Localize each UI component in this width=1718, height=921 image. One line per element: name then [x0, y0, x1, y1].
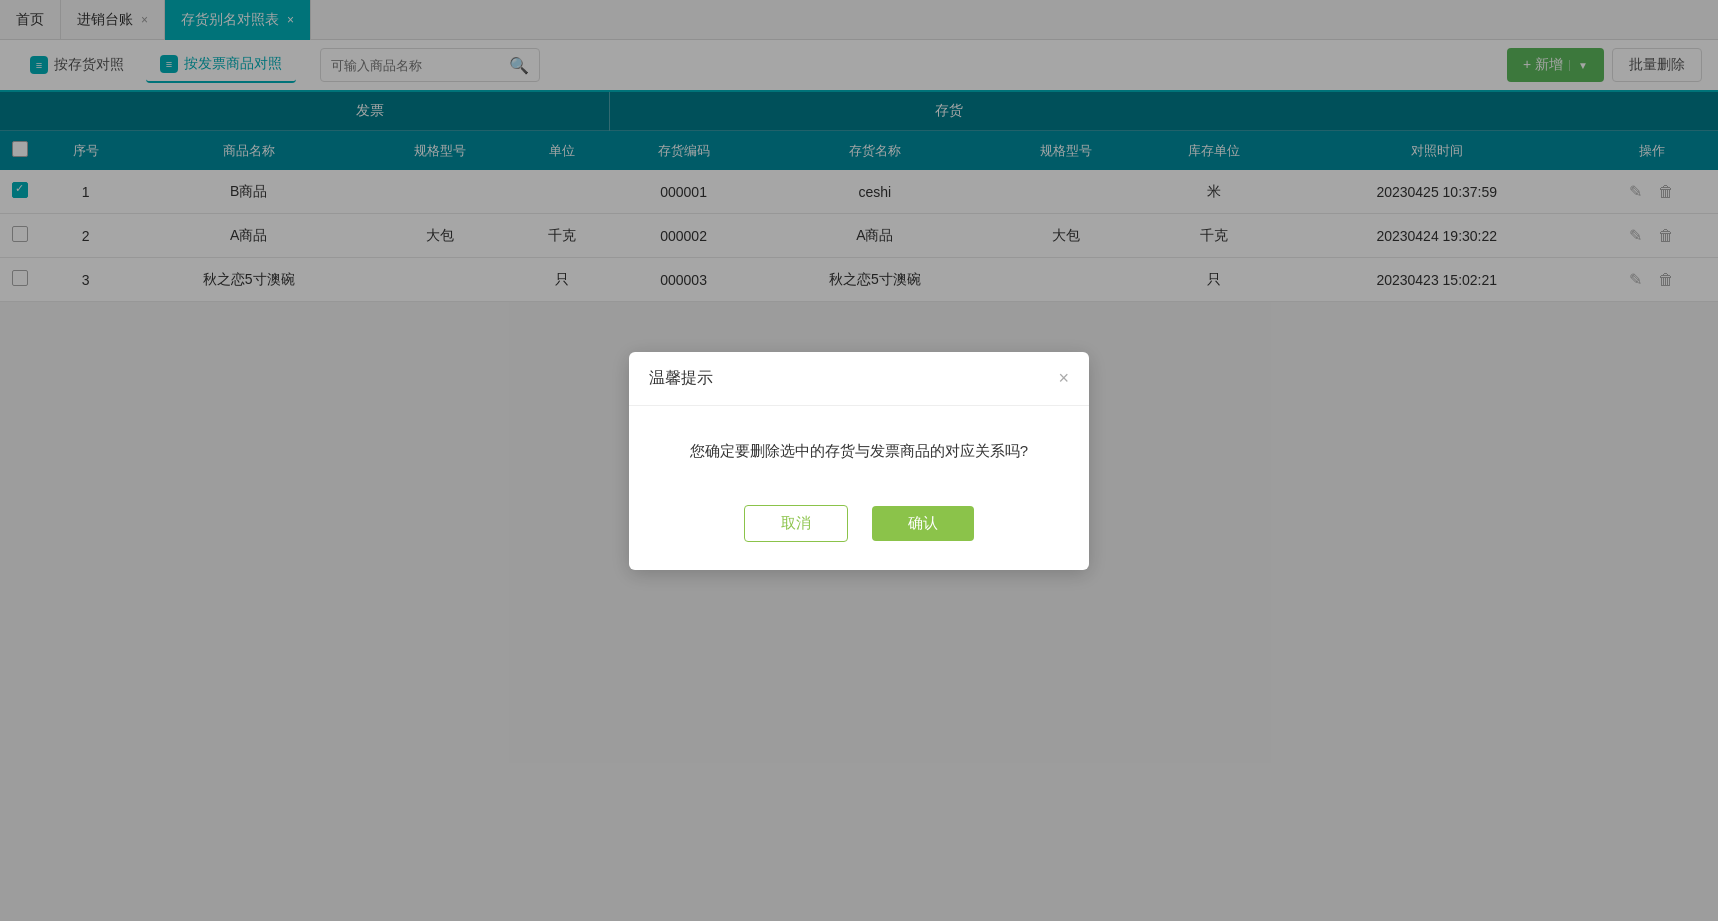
modal-cancel-label: 取消 — [781, 514, 811, 531]
modal-title: 温馨提示 — [649, 368, 713, 389]
modal-overlay: 温馨提示 × 您确定要删除选中的存货与发票商品的对应关系吗? 取消 确认 — [0, 0, 1718, 921]
modal-confirm-label: 确认 — [908, 514, 938, 531]
modal-header: 温馨提示 × — [629, 352, 1089, 406]
modal-close-button[interactable]: × — [1058, 369, 1069, 387]
modal-footer: 取消 确认 — [629, 489, 1089, 570]
modal-body: 您确定要删除选中的存货与发票商品的对应关系吗? — [629, 406, 1089, 489]
modal-confirm-button[interactable]: 确认 — [872, 506, 974, 541]
modal-dialog: 温馨提示 × 您确定要删除选中的存货与发票商品的对应关系吗? 取消 确认 — [629, 352, 1089, 570]
modal-cancel-button[interactable]: 取消 — [744, 505, 848, 542]
modal-message: 您确定要删除选中的存货与发票商品的对应关系吗? — [690, 442, 1028, 459]
